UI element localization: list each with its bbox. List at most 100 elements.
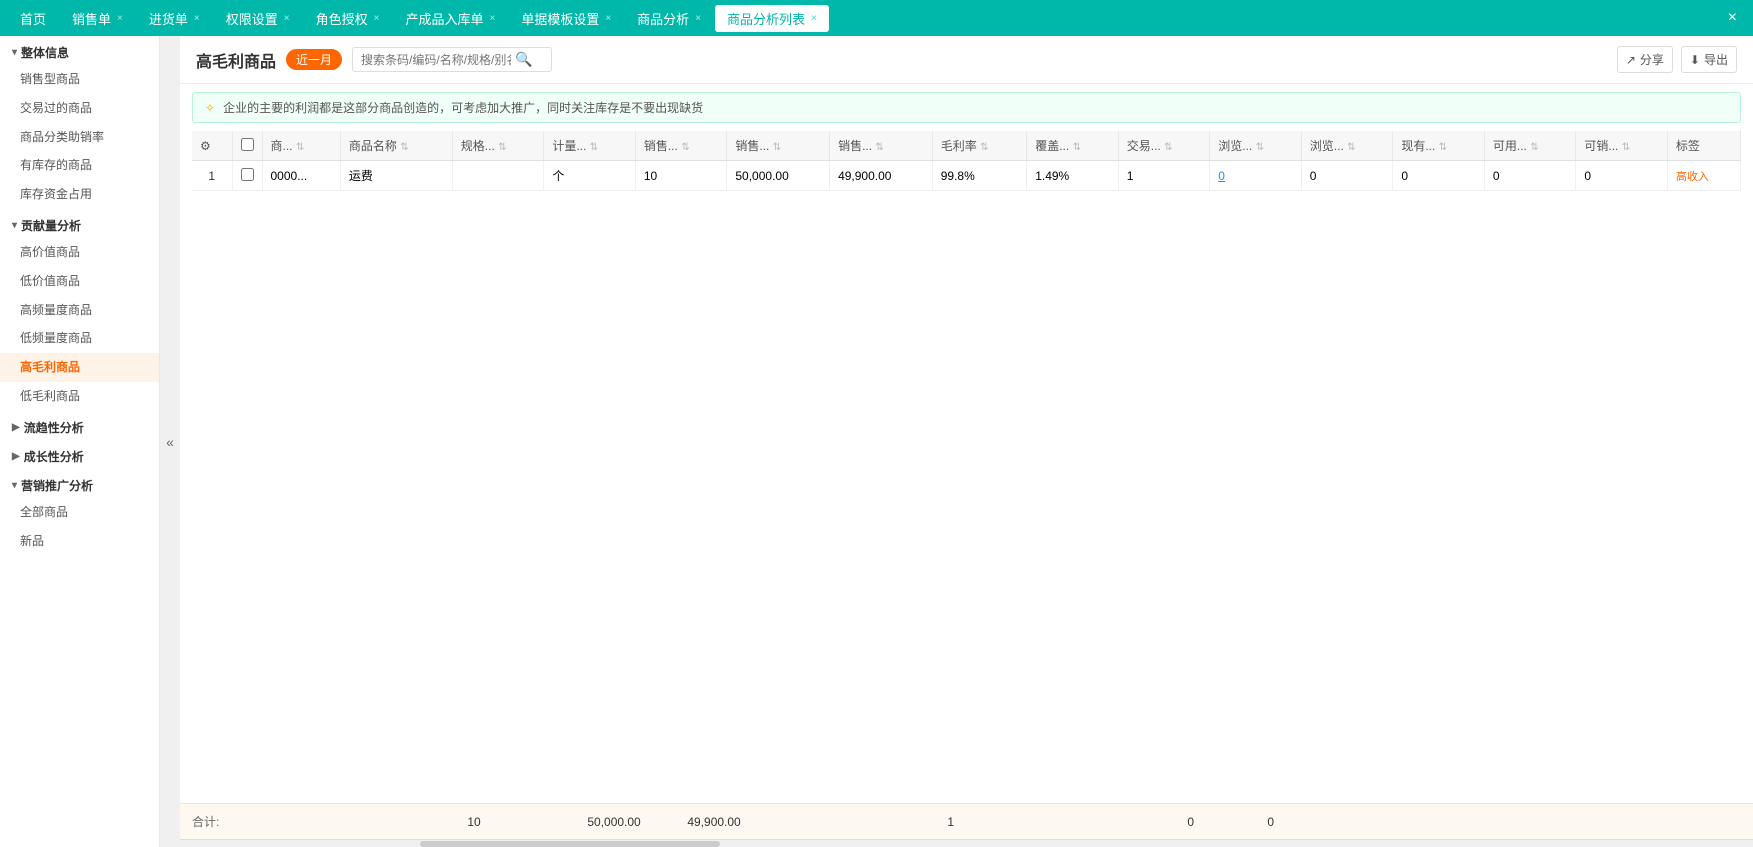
select-all-checkbox[interactable]: [241, 138, 254, 151]
footer-sales-cost: 49,900.00: [679, 815, 779, 829]
trend-arrow-icon: ▶: [12, 422, 20, 433]
sidebar-section-overall[interactable]: ▾ 整体信息: [0, 36, 159, 65]
marketing-arrow-icon: ▾: [12, 480, 17, 491]
data-table: ⚙ 商... ⇅ 商品名称 ⇅: [192, 131, 1741, 191]
sort-icon: ⇅: [1164, 142, 1172, 153]
cell-check[interactable]: [232, 161, 262, 191]
close-sales-tab[interactable]: ×: [117, 13, 123, 24]
close-template-tab[interactable]: ×: [605, 13, 611, 24]
footer-empty1: [779, 815, 859, 829]
cell-coverage: 1.49%: [1027, 161, 1119, 191]
nav-sales[interactable]: 销售单 ×: [60, 5, 135, 32]
col-code-header[interactable]: 商... ⇅: [262, 131, 340, 161]
col-gross-margin-header[interactable]: 毛利率 ⇅: [932, 131, 1026, 161]
export-icon: ⬇: [1690, 53, 1700, 67]
cell-sales-cost: 49,900.00: [830, 161, 933, 191]
cell-unit: 个: [544, 161, 636, 191]
sidebar-section-marketing[interactable]: ▾ 营销推广分析: [0, 469, 159, 498]
col-saleable-header[interactable]: 可销... ⇅: [1576, 131, 1668, 161]
close-analysis-list-tab[interactable]: ×: [811, 13, 817, 24]
col-unit-header[interactable]: 计量... ⇅: [544, 131, 636, 161]
footer-totals: 合计: 10 50,000.00 49,900.00 1 0 0: [180, 803, 1753, 839]
col-settings[interactable]: ⚙: [192, 131, 232, 161]
col-trade-cnt-header[interactable]: 交易... ⇅: [1118, 131, 1210, 161]
sidebar-item-goods-score[interactable]: 商品分类助销率: [0, 123, 159, 152]
sidebar-item-low-freq[interactable]: 低频量度商品: [0, 324, 159, 353]
nav-permission[interactable]: 权限设置 ×: [214, 5, 302, 32]
cell-seq: 1: [192, 161, 232, 191]
search-input[interactable]: [361, 53, 511, 67]
sort-icon: ⇅: [1622, 142, 1630, 153]
total-label: 合计:: [192, 813, 219, 830]
close-purchase-tab[interactable]: ×: [194, 13, 200, 24]
cell-browse2: 0: [1301, 161, 1393, 191]
col-available-header[interactable]: 可用... ⇅: [1484, 131, 1576, 161]
close-role-tab[interactable]: ×: [374, 13, 380, 24]
growth-arrow-icon: ▶: [12, 451, 20, 462]
nav-analysis[interactable]: 商品分析 ×: [625, 5, 713, 32]
period-button[interactable]: 近一月: [286, 49, 342, 70]
table-wrapper: ⚙ 商... ⇅ 商品名称 ⇅: [180, 131, 1753, 803]
sidebar-item-stocked-goods[interactable]: 有库存的商品: [0, 151, 159, 180]
sidebar-item-all-goods[interactable]: 全部商品: [0, 498, 159, 527]
sidebar-item-low-profit[interactable]: 低毛利商品: [0, 382, 159, 411]
sort-icon: ⇅: [773, 142, 781, 153]
footer-current-stock: 0: [1179, 815, 1259, 829]
close-analysis-tab[interactable]: ×: [695, 13, 701, 24]
footer-empty3: [1019, 815, 1099, 829]
sidebar-item-stock-ratio[interactable]: 库存资金占用: [0, 180, 159, 209]
sidebar-item-high-freq[interactable]: 高频量度商品: [0, 296, 159, 325]
footer-sales-amt: 50,000.00: [579, 815, 679, 829]
share-icon: ↗: [1626, 53, 1636, 67]
sort-icon: ⇅: [1530, 142, 1538, 153]
footer-empty2: [859, 815, 939, 829]
cell-sales-amt: 50,000.00: [727, 161, 830, 191]
sort-icon: ⇅: [1439, 142, 1447, 153]
col-current-stock-header[interactable]: 现有... ⇅: [1393, 131, 1485, 161]
sort-icon: ⇅: [1347, 142, 1355, 153]
sidebar-item-new-goods[interactable]: 新品: [0, 527, 159, 556]
sort-icon: ⇅: [590, 142, 598, 153]
cell-gross-margin: 99.8%: [932, 161, 1026, 191]
nav-home[interactable]: 首页: [8, 5, 58, 32]
sidebar-item-high-profit[interactable]: 高毛利商品: [0, 353, 159, 382]
sidebar-section-finance[interactable]: ▾ 贡献量分析: [0, 209, 159, 238]
scroll-thumb[interactable]: [420, 841, 720, 847]
sidebar-item-high-price[interactable]: 高价值商品: [0, 238, 159, 267]
content-area: 高毛利商品 近一月 🔍 ↗ 分享 ⬇ 导出 ✧ 企业的主要的利润都是这部分商品创…: [180, 36, 1753, 847]
settings-icon[interactable]: ⚙: [200, 139, 211, 153]
row-checkbox[interactable]: [241, 168, 254, 181]
sidebar-item-sales-goods[interactable]: 销售型商品: [0, 65, 159, 94]
sidebar-item-low-price[interactable]: 低价值商品: [0, 267, 159, 296]
sidebar-collapse-button[interactable]: «: [160, 36, 180, 847]
sidebar-item-traded-goods[interactable]: 交易过的商品: [0, 94, 159, 123]
horizontal-scrollbar[interactable]: [180, 839, 1753, 847]
col-check: [232, 131, 262, 161]
col-name-header[interactable]: 商品名称 ⇅: [340, 131, 452, 161]
nav-purchase[interactable]: 进货单 ×: [137, 5, 212, 32]
sidebar-section-trend[interactable]: ▶ 流趋性分析: [0, 411, 159, 440]
col-browse2-header[interactable]: 浏览... ⇅: [1301, 131, 1393, 161]
cell-browse1[interactable]: 0: [1210, 161, 1302, 191]
content-header: 高毛利商品 近一月 🔍 ↗ 分享 ⬇ 导出: [180, 36, 1753, 84]
col-sales-cost-header[interactable]: 销售... ⇅: [830, 131, 933, 161]
col-browse1-header[interactable]: 浏览... ⇅: [1210, 131, 1302, 161]
nav-role[interactable]: 角色授权 ×: [304, 5, 392, 32]
nav-product-entry[interactable]: 产成品入库单 ×: [393, 5, 507, 32]
nav-template[interactable]: 单据模板设置 ×: [509, 5, 623, 32]
export-button[interactable]: ⬇ 导出: [1681, 46, 1737, 73]
close-permission-tab[interactable]: ×: [284, 13, 290, 24]
col-sales-qty-header[interactable]: 销售... ⇅: [635, 131, 727, 161]
close-product-entry-tab[interactable]: ×: [489, 13, 495, 24]
col-spec-header[interactable]: 规格... ⇅: [452, 131, 544, 161]
sidebar-section-growth[interactable]: ▶ 成长性分析: [0, 440, 159, 469]
window-close-button[interactable]: ×: [1720, 9, 1745, 27]
sort-icon: ⇅: [681, 142, 689, 153]
search-icon[interactable]: 🔍: [515, 51, 532, 68]
col-coverage-header[interactable]: 覆盖... ⇅: [1027, 131, 1119, 161]
nav-analysis-list[interactable]: 商品分析列表 ×: [715, 5, 829, 32]
sort-icon: ⇅: [498, 142, 506, 153]
col-sales-amt-header[interactable]: 销售... ⇅: [727, 131, 830, 161]
sort-icon: ⇅: [1256, 142, 1264, 153]
share-button[interactable]: ↗ 分享: [1617, 46, 1673, 73]
